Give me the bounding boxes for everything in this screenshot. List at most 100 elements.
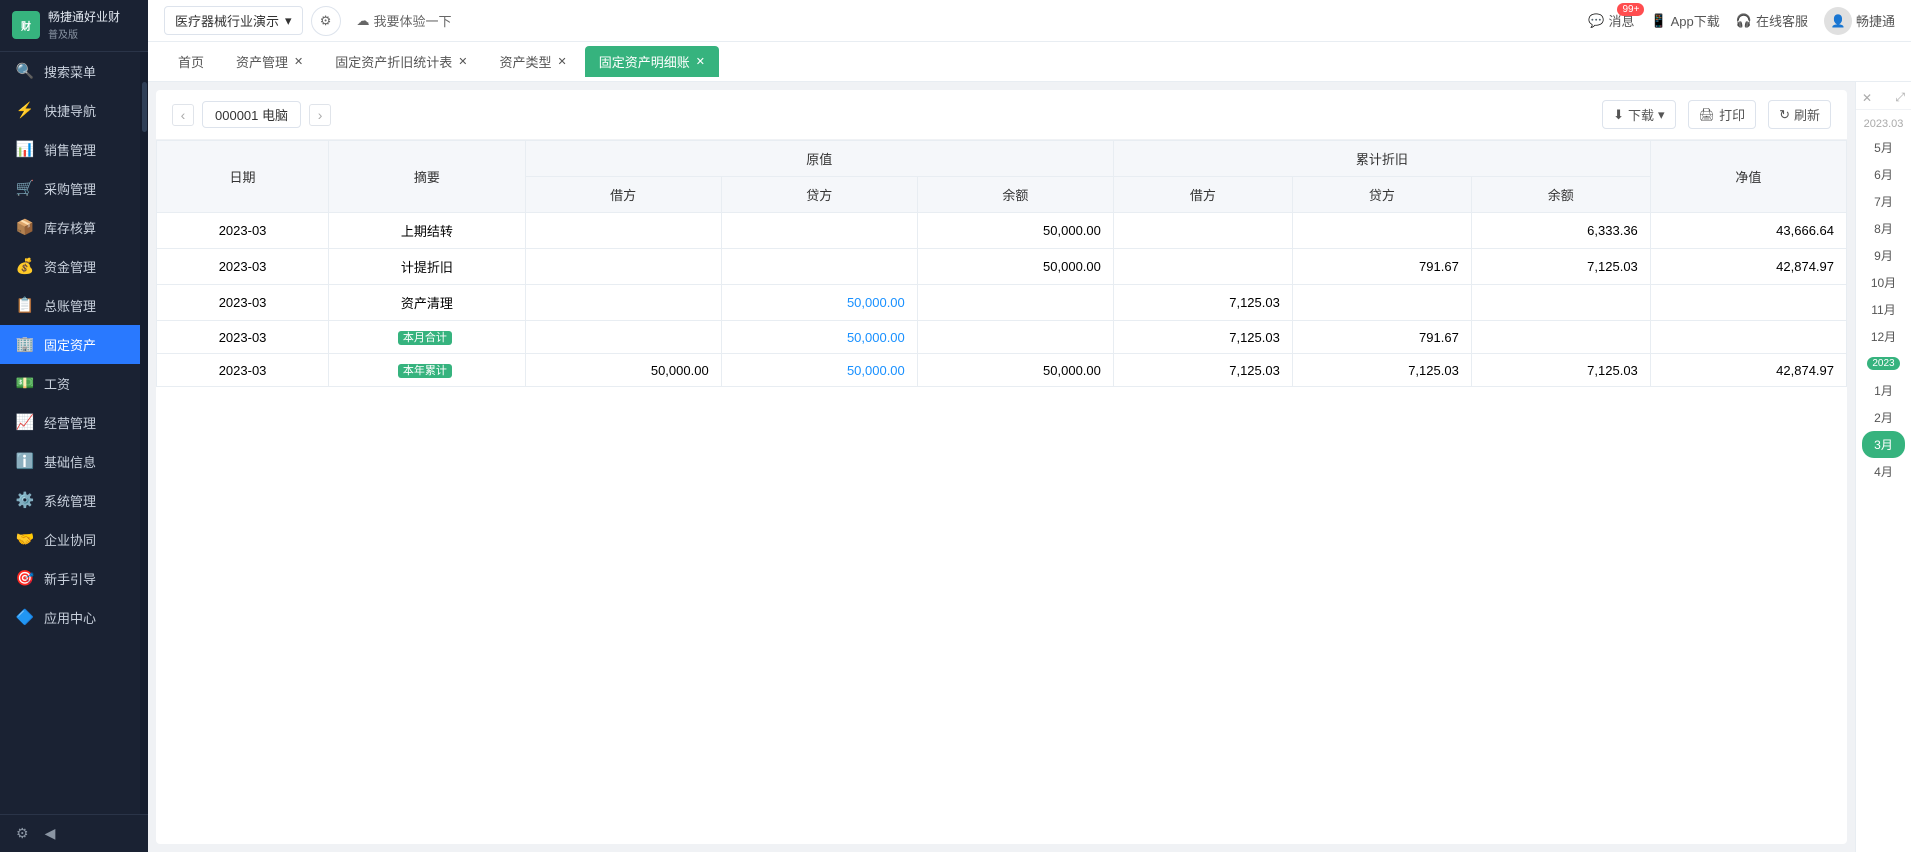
timeline-month-12月[interactable]: 12月 [1862,323,1906,350]
th-orig-debit: 借方 [525,177,721,213]
tabs-bar: 首页资产管理✕固定资产折旧统计表✕资产类型✕ 固定资产明细账 ✕ [148,42,1911,82]
experience-button[interactable]: ☁ 我要体验一下 [357,11,452,30]
timeline-month-9月[interactable]: 9月 [1862,242,1906,269]
sidebar-label: 总账管理 [44,296,96,315]
timeline-panel: ✕ ⤢ 2023.035月6月7月8月9月10月11月12月20231月2月3月… [1855,82,1911,852]
timeline-month-3月[interactable]: 3月 [1862,431,1906,458]
cell-dep-balance: 6,333.36 [1471,213,1650,249]
tab-label: 固定资产明细账 [599,52,690,71]
settings-button[interactable]: ⚙ [311,6,341,36]
sidebar-item-系统管理[interactable]: ⚙️系统管理 [0,481,140,520]
menu-icon: ⚡ [16,101,34,119]
company-name: 医疗器械行业演示 [175,11,279,30]
next-asset-button[interactable]: › [309,104,331,126]
expand-icon[interactable]: ⤢ [1895,90,1905,105]
cell-dep-debit: 7,125.03 [1113,354,1292,387]
tab-2[interactable]: 固定资产折旧统计表✕ [321,46,481,77]
cell-net-value [1650,285,1846,321]
sidebar-item-应用中心[interactable]: 🔷应用中心 [0,598,140,637]
cell-summary: 计提折旧 [329,249,525,285]
asset-nav-actions: ⬇ 下载 ▾ 🖨 打印 ↻ 刷新 [1602,100,1831,129]
sidebar-item-采购管理[interactable]: 🛒采购管理 [0,169,140,208]
timeline-month-2月[interactable]: 2月 [1862,404,1906,431]
cell-orig-debit [525,321,721,354]
timeline-month-1月[interactable]: 1月 [1862,377,1906,404]
close-icon[interactable]: ✕ [1862,91,1872,105]
tab-close-icon[interactable]: ✕ [458,55,467,68]
sidebar-footer: ⚙ ◀ [0,814,148,852]
menu-icon: 🛒 [16,179,34,197]
timeline-month-11月[interactable]: 11月 [1862,296,1906,323]
sidebar-item-总账管理[interactable]: 📋 总账管理 [0,286,140,325]
asset-nav: ‹ 000001 电脑 › ⬇ 下载 ▾ 🖨 打印 [156,90,1847,140]
cell-net-value: 42,874.97 [1650,249,1846,285]
menu-icon: 💰 [16,257,34,275]
cell-orig-debit [525,285,721,321]
user-menu[interactable]: 👤 畅捷通 [1824,7,1895,35]
sidebar-item-库存核算[interactable]: 📦库存核算 [0,208,140,247]
cell-net-value [1650,321,1846,354]
message-button[interactable]: 💬 消息 99+ [1588,11,1634,30]
sidebar-item-企业协同[interactable]: 🤝企业协同 [0,520,140,559]
cell-orig-credit: 50,000.00 [721,354,917,387]
menu-icon: 📦 [16,218,34,236]
print-button[interactable]: 🖨 打印 [1688,100,1757,129]
app-download-button[interactable]: 📱 App下载 [1650,11,1719,30]
timeline-month-6月[interactable]: 6月 [1862,161,1906,188]
th-orig-balance: 余额 [917,177,1113,213]
sidebar-item-固定资产[interactable]: 🏢固定资产 [0,325,140,364]
main-panel: ‹ 000001 电脑 › ⬇ 下载 ▾ 🖨 打印 [156,90,1847,844]
cell-orig-credit [721,213,917,249]
cell-dep-credit [1292,213,1471,249]
sidebar-item-搜索菜单[interactable]: 🔍搜索菜单 [0,52,140,91]
settings-icon[interactable]: ⚙ [16,825,29,842]
sidebar-item-销售管理[interactable]: 📊销售管理 [0,130,140,169]
sidebar-label: 系统管理 [44,491,96,510]
refresh-label: 刷新 [1794,105,1820,124]
cell-net-value: 43,666.64 [1650,213,1846,249]
timeline-year-badge[interactable]: 2023 [1862,350,1906,377]
sidebar-logo: 财 畅捷通好业财 普及版 [0,0,148,52]
app-download-label: App下载 [1671,11,1720,30]
collapse-icon[interactable]: ◀ [45,825,56,842]
sidebar-item-工资[interactable]: 💵工资 [0,364,140,403]
sidebar-label: 基础信息 [44,452,96,471]
chevron-down-icon: ▾ [285,13,292,29]
timeline-month-10月[interactable]: 10月 [1862,269,1906,296]
cell-date: 2023-03 [157,285,329,321]
th-dep-credit: 贷方 [1292,177,1471,213]
timeline-month-5月[interactable]: 5月 [1862,134,1906,161]
sidebar-item-新手引导[interactable]: 🎯新手引导 [0,559,140,598]
customer-service-button[interactable]: 🎧 在线客服 [1736,11,1808,30]
cloud-icon: ☁ [357,13,370,29]
prev-asset-button[interactable]: ‹ [172,104,194,126]
sidebar-item-基础信息[interactable]: ℹ️基础信息 [0,442,140,481]
timeline-month-4月[interactable]: 4月 [1862,458,1906,485]
tab-close-icon[interactable]: ✕ [696,55,705,68]
tab-3[interactable]: 资产类型✕ [485,46,580,77]
table-row: 2023-03 资产清理 50,000.00 7,125.03 [157,285,1847,321]
th-net-value: 净值 [1650,141,1846,213]
tab-4[interactable]: 固定资产明细账 ✕ [585,46,719,77]
cell-orig-balance [917,321,1113,354]
tab-1[interactable]: 资产管理✕ [222,46,317,77]
logo-sub: 普及版 [48,26,120,41]
sidebar-label: 新手引导 [44,569,96,588]
timeline-month-7月[interactable]: 7月 [1862,188,1906,215]
download-label: 下载 [1628,105,1654,124]
sidebar-item-快捷导航[interactable]: ⚡ 快捷导航 [0,91,140,130]
company-selector[interactable]: 医疗器械行业演示 ▾ [164,6,303,35]
menu-icon: 📋 [16,296,34,314]
tab-close-icon[interactable]: ✕ [558,55,567,68]
tab-0[interactable]: 首页 [164,46,218,77]
sidebar-label: 快捷导航 [44,101,96,120]
download-button[interactable]: ⬇ 下载 ▾ [1602,100,1675,129]
tab-close-icon[interactable]: ✕ [294,55,303,68]
refresh-button[interactable]: ↻ 刷新 [1768,100,1831,129]
cell-dep-debit [1113,213,1292,249]
sidebar-item-资金管理[interactable]: 💰资金管理 [0,247,140,286]
summary-badge: 本年累计 [398,364,452,378]
sidebar-item-经营管理[interactable]: 📈经营管理 [0,403,140,442]
timeline-month-8月[interactable]: 8月 [1862,215,1906,242]
cell-orig-credit [721,249,917,285]
